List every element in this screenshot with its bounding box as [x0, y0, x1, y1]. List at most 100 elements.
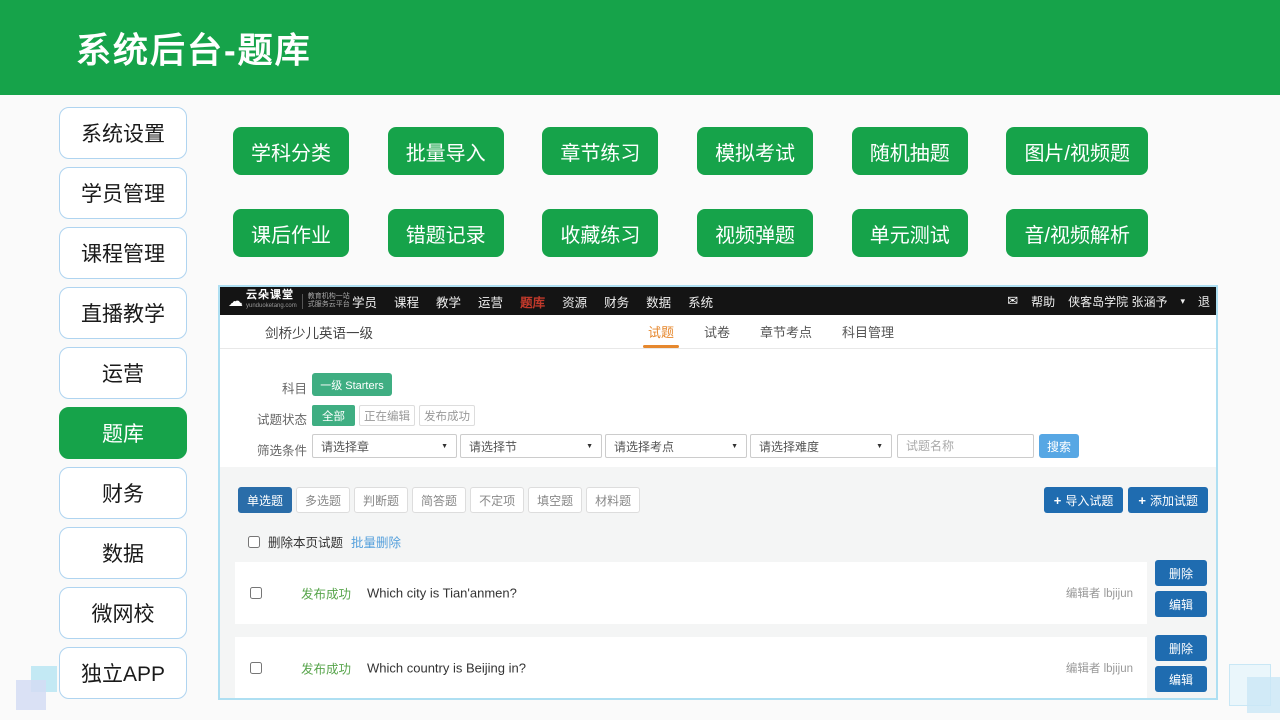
sidebar-item-course-management[interactable]: 课程管理 [59, 227, 187, 279]
question-row: 发布成功 Which country is Beijing in? 编辑者 lb… [235, 637, 1147, 699]
type-tab-multi-choice[interactable]: 多选题 [296, 487, 350, 513]
edit-button[interactable]: 编辑 [1155, 666, 1207, 692]
subject-label: 科目 [220, 378, 307, 397]
type-tab-single-choice[interactable]: 单选题 [238, 487, 292, 513]
page-title: 系统后台-题库 [76, 22, 312, 73]
topnav-operations[interactable]: 运营 [478, 292, 503, 311]
tab-papers[interactable]: 试卷 [704, 315, 730, 348]
question-name-input[interactable] [897, 434, 1034, 458]
sidebar-item-standalone-app[interactable]: 独立APP [59, 647, 187, 699]
feature-subject-category-button[interactable]: 学科分类 [233, 127, 349, 175]
feature-audio-video-analysis-button[interactable]: 音/视频解析 [1006, 209, 1148, 257]
topnav-question-bank[interactable]: 题库 [520, 292, 545, 311]
sidebar-item-question-bank[interactable]: 题库 [59, 407, 187, 459]
chapter-select[interactable]: 请选择章 ▼ [312, 434, 457, 458]
sidebar-item-label: 学员管理 [81, 178, 165, 208]
editor-name: lbjijun [1104, 588, 1133, 600]
topnav-finance[interactable]: 财务 [604, 292, 629, 311]
select-all-checkbox[interactable] [248, 536, 260, 548]
sidebar-item-operations[interactable]: 运营 [59, 347, 187, 399]
type-tab-indefinite[interactable]: 不定项 [470, 487, 524, 513]
status-chip-all[interactable]: 全部 [312, 405, 355, 426]
sidebar-item-micro-school[interactable]: 微网校 [59, 587, 187, 639]
editor-label: 编辑者 [1066, 663, 1101, 675]
question-text: Which city is Tian'anmen? [367, 586, 517, 601]
topnav-students[interactable]: 学员 [352, 292, 377, 311]
user-account-label[interactable]: 侠客岛学院 张涵予 [1068, 293, 1167, 310]
condition-label: 筛选条件 [220, 440, 307, 459]
import-questions-button[interactable]: + 导入试题 [1044, 487, 1124, 513]
sidebar-item-label: 题库 [102, 418, 144, 448]
type-tab-material[interactable]: 材料题 [586, 487, 640, 513]
chevron-down-icon: ▼ [876, 443, 883, 450]
feature-homework-button[interactable]: 课后作业 [233, 209, 349, 257]
delete-button[interactable]: 删除 [1155, 560, 1207, 586]
status-badge: 发布成功 [301, 659, 351, 678]
search-button[interactable]: 搜索 [1039, 434, 1079, 458]
tab-questions[interactable]: 试题 [648, 315, 674, 348]
topnav-courses[interactable]: 课程 [394, 292, 419, 311]
feature-chapter-practice-button[interactable]: 章节练习 [542, 127, 658, 175]
feature-wrong-question-record-button[interactable]: 错题记录 [388, 209, 504, 257]
topnav-resources[interactable]: 资源 [562, 292, 587, 311]
editor-label: 编辑者 [1066, 588, 1101, 600]
feature-image-video-question-button[interactable]: 图片/视频题 [1006, 127, 1148, 175]
editor-name: lbjijun [1104, 663, 1133, 675]
sidebar-item-student-management[interactable]: 学员管理 [59, 167, 187, 219]
tab-chapter-points[interactable]: 章节考点 [760, 315, 812, 348]
add-question-label: 添加试题 [1150, 492, 1198, 509]
topnav-data[interactable]: 数据 [646, 292, 671, 311]
delete-button[interactable]: 删除 [1155, 635, 1207, 661]
editor-info: 编辑者 lbjijun [1066, 585, 1133, 601]
feature-video-popup-question-button[interactable]: 视频弹题 [697, 209, 813, 257]
mail-icon[interactable]: ✉ [1007, 293, 1018, 309]
status-chip-editing[interactable]: 正在编辑 [359, 405, 415, 426]
sidebar-item-label: 系统设置 [81, 118, 165, 148]
type-tab-short-answer[interactable]: 简答题 [412, 487, 466, 513]
import-questions-label: 导入试题 [1065, 492, 1113, 509]
plus-icon: + [1138, 493, 1146, 508]
feature-mock-exam-button[interactable]: 模拟考试 [697, 127, 813, 175]
decor-square [1247, 677, 1280, 713]
feature-favorite-practice-button[interactable]: 收藏练习 [542, 209, 658, 257]
difficulty-select[interactable]: 请选择难度 ▼ [750, 434, 892, 458]
chevron-down-icon[interactable]: ▾ [1180, 296, 1185, 307]
status-badge: 发布成功 [301, 584, 351, 603]
sidebar-item-system-settings[interactable]: 系统设置 [59, 107, 187, 159]
row-checkbox[interactable] [250, 587, 262, 599]
brand-tagline-line2: 式服务云平台 [308, 301, 350, 309]
page: 系统后台-题库 系统设置 学员管理 课程管理 直播教学 运营 题库 财务 数据 … [0, 0, 1280, 720]
filter-section: 科目 一级 Starters 试题状态 全部 正在编辑 发布成功 筛选条件 请选… [220, 349, 1216, 467]
sidebar-item-live-teaching[interactable]: 直播教学 [59, 287, 187, 339]
topnav-teaching[interactable]: 教学 [436, 292, 461, 311]
editor-info: 编辑者 lbjijun [1066, 660, 1133, 676]
edit-button[interactable]: 编辑 [1155, 591, 1207, 617]
section-select[interactable]: 请选择节 ▼ [460, 434, 602, 458]
type-tab-true-false[interactable]: 判断题 [354, 487, 408, 513]
add-question-button[interactable]: + 添加试题 [1128, 487, 1208, 513]
logout-link[interactable]: 退 [1198, 293, 1210, 310]
sidebar-item-label: 独立APP [81, 658, 165, 688]
delete-page-row: 删除本页试题 批量删除 [248, 532, 401, 551]
feature-random-draw-button[interactable]: 随机抽题 [852, 127, 968, 175]
plus-icon: + [1054, 493, 1062, 508]
point-select-value: 请选择考点 [614, 438, 674, 455]
sidebar-item-label: 运营 [102, 358, 144, 388]
batch-delete-link[interactable]: 批量删除 [351, 532, 401, 551]
chevron-down-icon: ▼ [731, 443, 738, 450]
feature-batch-import-button[interactable]: 批量导入 [388, 127, 504, 175]
sidebar-item-label: 数据 [102, 538, 144, 568]
feature-unit-test-button[interactable]: 单元测试 [852, 209, 968, 257]
point-select[interactable]: 请选择考点 ▼ [605, 434, 747, 458]
sidebar-item-data[interactable]: 数据 [59, 527, 187, 579]
status-chip-published[interactable]: 发布成功 [419, 405, 475, 426]
tab-subject-management[interactable]: 科目管理 [842, 315, 894, 348]
subject-tag[interactable]: 一级 Starters [312, 373, 392, 396]
topnav-system[interactable]: 系统 [688, 292, 713, 311]
admin-topnav: 学员 课程 教学 运营 题库 资源 财务 数据 系统 [352, 287, 713, 315]
type-tab-fill-blank[interactable]: 填空题 [528, 487, 582, 513]
row-checkbox[interactable] [250, 662, 262, 674]
sidebar-item-finance[interactable]: 财务 [59, 467, 187, 519]
row-actions: 删除 编辑 [1155, 560, 1207, 617]
help-link[interactable]: 帮助 [1031, 293, 1055, 310]
